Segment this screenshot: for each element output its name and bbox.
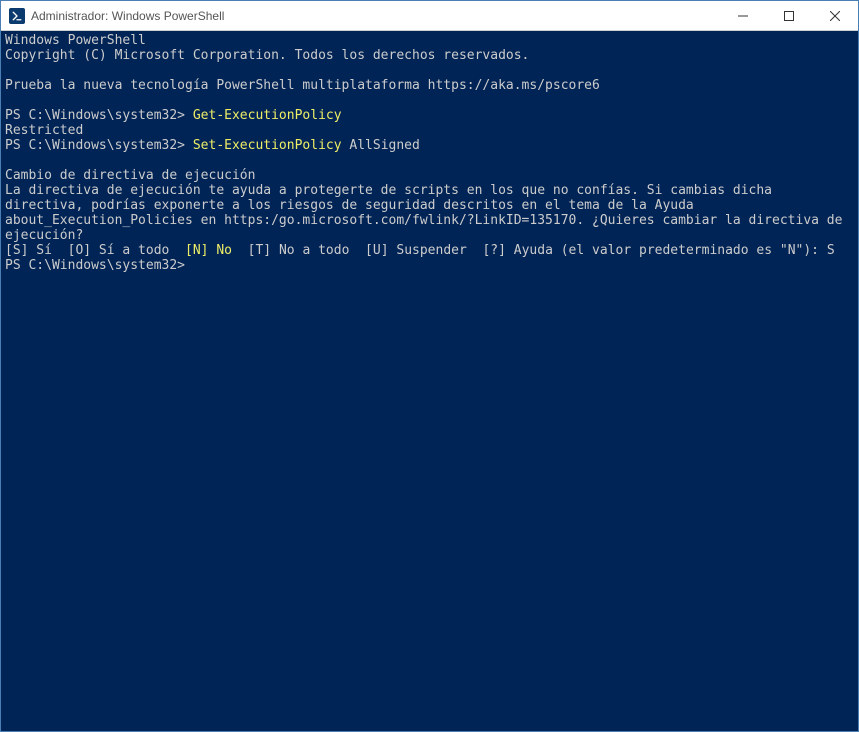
prompt-prefix: PS C:\Windows\system32> — [5, 258, 185, 273]
choice-option-default: [N] No — [169, 243, 232, 258]
powershell-icon — [9, 8, 25, 24]
command-arg: AllSigned — [342, 138, 420, 153]
maximize-icon — [784, 11, 794, 21]
command-text: Set-ExecutionPolicy — [193, 138, 342, 153]
powershell-window: Administrador: Windows PowerShell Window… — [0, 0, 859, 732]
app-icon — [9, 8, 25, 24]
section-body: La directiva de ejecución te ayuda a pro… — [5, 183, 850, 243]
banner-line: Windows PowerShell — [5, 33, 146, 48]
choice-help: [?] Ayuda (el valor predeterminado es "N… — [467, 243, 827, 258]
close-button[interactable] — [812, 1, 858, 30]
section-header: Cambio de directiva de ejecución — [5, 168, 255, 183]
banner-line: Prueba la nueva tecnología PowerShell mu… — [5, 78, 600, 93]
maximize-button[interactable] — [766, 1, 812, 30]
minimize-button[interactable] — [720, 1, 766, 30]
prompt-prefix: PS C:\Windows\system32> — [5, 138, 193, 153]
choice-option: [S] Sí — [5, 243, 52, 258]
window-title: Administrador: Windows PowerShell — [31, 9, 720, 23]
choice-option: [T] No a todo — [232, 243, 349, 258]
titlebar[interactable]: Administrador: Windows PowerShell — [1, 1, 858, 31]
minimize-icon — [738, 11, 748, 21]
choice-option: [U] Suspender — [349, 243, 466, 258]
banner-line: Copyright (C) Microsoft Corporation. Tod… — [5, 48, 529, 63]
terminal-area[interactable]: Windows PowerShell Copyright (C) Microso… — [1, 31, 858, 731]
choice-answer: S — [827, 243, 835, 258]
choice-option: [O] Sí a todo — [52, 243, 169, 258]
window-controls — [720, 1, 858, 30]
prompt-prefix: PS C:\Windows\system32> — [5, 108, 193, 123]
command-text: Get-ExecutionPolicy — [193, 108, 342, 123]
output-line: Restricted — [5, 123, 83, 138]
close-icon — [830, 11, 840, 21]
